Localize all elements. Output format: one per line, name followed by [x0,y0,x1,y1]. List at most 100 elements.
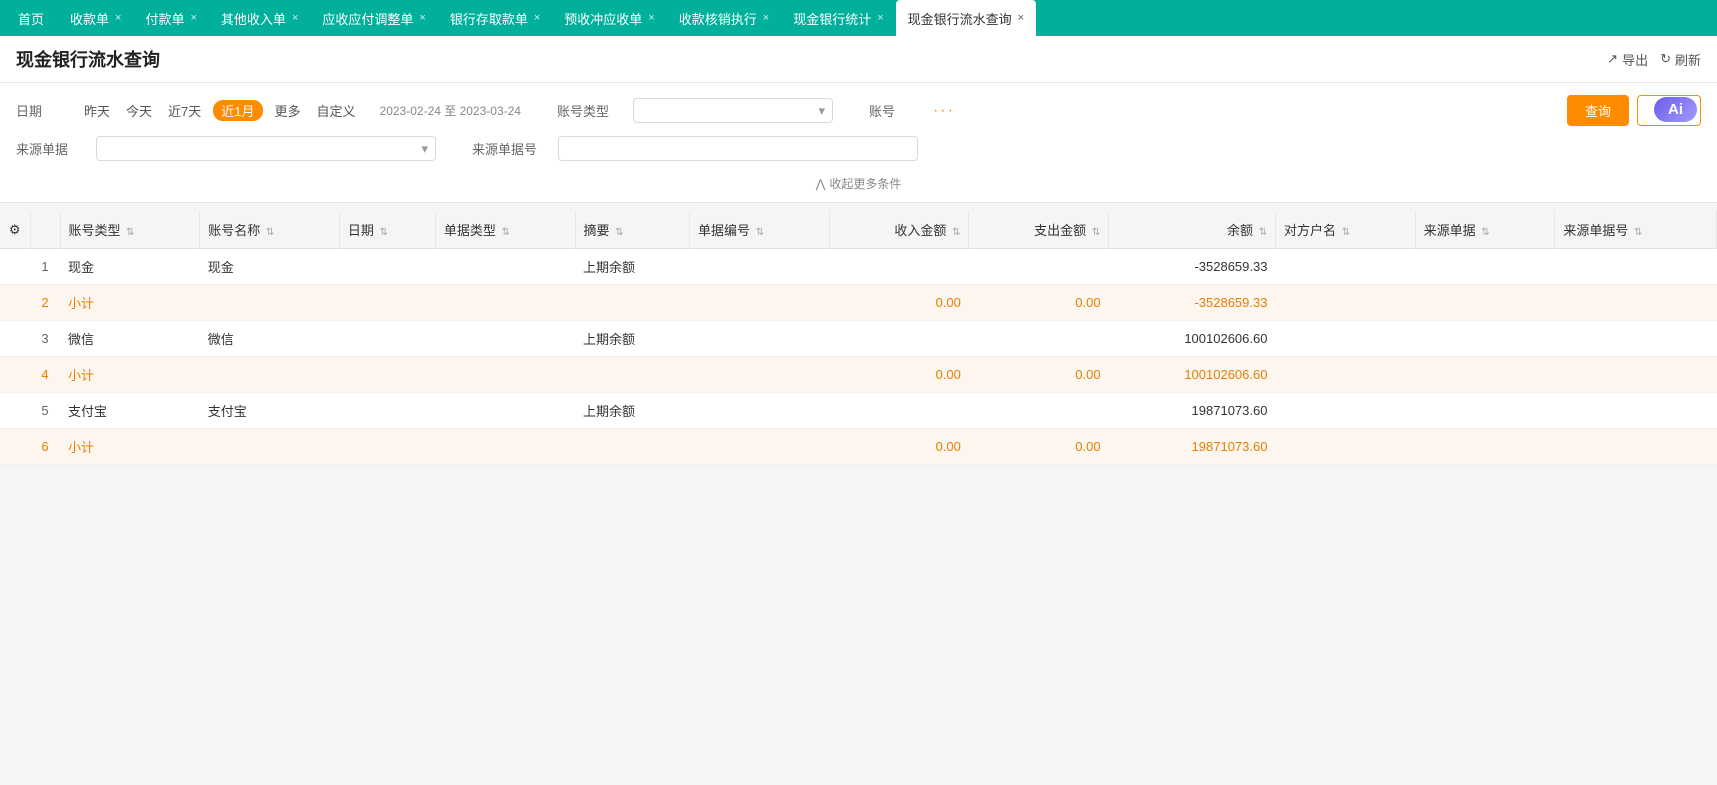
nav-tab-close-icon[interactable]: × [534,12,540,24]
cell-num: 5 [30,393,60,429]
filter-area: 日期 昨天今天近7天近1月更多自定义 2023-02-24 至 2023-03-… [0,83,1717,203]
nav-tab-close-icon[interactable]: × [877,12,883,24]
account-label: 账号 [869,101,917,120]
cell-summary [575,357,689,393]
page-header: 现金银行流水查询 ↗ 导出 ↻ 刷新 [0,36,1717,83]
gear-icon[interactable]: ⚙ [9,222,21,237]
cell-source_doc [1415,249,1555,285]
cell-gear [0,357,30,393]
cell-balance: 19871073.60 [1109,429,1276,465]
cell-source_doc [1415,357,1555,393]
cell-source_doc [1415,285,1555,321]
nav-tab-现金银行统计[interactable]: 现金银行统计× [781,0,895,36]
cell-summary [575,285,689,321]
nav-tab-应收应付调整单[interactable]: 应收应付调整单 × [310,0,437,36]
nav-tab-现金银行流水查询[interactable]: 现金银行流水查询 × [896,0,1036,36]
col-num [30,211,60,249]
nav-tab-收款核销执行[interactable]: 收款核销执行 × [667,0,781,36]
nav-tab-付款单[interactable]: 付款单× [133,0,208,36]
nav-tab-close-icon[interactable]: × [419,12,425,24]
table-body: 1现金现金上期余额-3528659.332小计0.000.00-3528659.… [0,249,1717,465]
cell-expense [969,321,1109,357]
cell-num: 2 [30,285,60,321]
nav-tab-label: 预收冲应收单 [564,9,642,28]
date-shortcut-昨天[interactable]: 昨天 [80,100,114,121]
account-type-select[interactable]: 现金 微信 支付宝 [633,98,833,123]
cell-counterpart [1275,357,1415,393]
cell-counterpart [1275,393,1415,429]
header-actions: ↗ 导出 ↻ 刷新 [1607,50,1701,69]
date-shortcut-更多[interactable]: 更多 [271,100,305,121]
cell-gear [0,249,30,285]
cell-income: 0.00 [829,429,969,465]
nav-tab-close-icon[interactable]: × [115,12,121,24]
nav-tab-close-icon[interactable]: × [190,12,196,24]
refresh-button[interactable]: ↻ 刷新 [1660,50,1701,69]
nav-home[interactable]: 首页 [4,9,58,28]
cell-balance: -3528659.33 [1109,249,1276,285]
cell-source_doc_no [1555,249,1717,285]
nav-tab-银行存取款单[interactable]: 银行存取款单 × [438,0,552,36]
export-button[interactable]: ↗ 导出 [1607,50,1648,69]
nav-tabs-container: 收款单×付款单×其他收入单×应收应付调整单×银行存取款单×预收冲应收单×收款核销… [58,0,1036,36]
cell-doc_type [435,249,575,285]
cell-account_type: 小计 [60,285,200,321]
cell-counterpart [1275,285,1415,321]
cell-counterpart [1275,249,1415,285]
nav-tab-label: 应收应付调整单 [322,9,413,28]
source-doc-select-wrapper: ▾ [96,136,436,161]
source-doc-no-input[interactable] [558,136,918,161]
cell-num: 3 [30,321,60,357]
cell-expense [969,393,1109,429]
nav-tab-label: 现金银行流水查询 [908,9,1012,28]
cell-doc_type [435,429,575,465]
source-doc-no-label: 来源单据号 [472,139,542,158]
table-container: ⚙ 账号类型 ⇅ 账号名称 ⇅ 日期 ⇅ 单据类型 ⇅ 摘要 ⇅ 单据编号 ⇅ … [0,211,1717,465]
nav-tab-收款单[interactable]: 收款单× [58,0,133,36]
cell-date [339,393,435,429]
date-shortcut-近7天[interactable]: 近7天 [164,100,205,121]
nav-tab-label: 收款核销执行 [679,9,757,28]
cell-balance: 19871073.60 [1109,393,1276,429]
source-doc-select[interactable] [96,136,436,161]
col-doc-no: 单据编号 ⇅ [690,211,830,249]
nav-tab-label: 银行存取款单 [450,9,528,28]
cell-num: 4 [30,357,60,393]
query-button[interactable]: 查询 [1567,95,1629,126]
date-shortcut-近1月[interactable]: 近1月 [213,100,262,121]
nav-tab-close-icon[interactable]: × [292,12,298,24]
cell-expense: 0.00 [969,357,1109,393]
cell-num: 1 [30,249,60,285]
cell-summary [575,429,689,465]
refresh-icon: ↻ [1660,51,1671,67]
cell-income [829,249,969,285]
filter-row-2: 来源单据 ▾ 来源单据号 [16,136,1701,161]
cell-source_doc [1415,321,1555,357]
cell-num: 6 [30,429,60,465]
cell-counterpart [1275,321,1415,357]
cell-expense [969,249,1109,285]
nav-tab-预收冲应收单[interactable]: 预收冲应收单 × [552,0,666,36]
nav-tab-close-icon[interactable]: × [763,12,769,24]
cell-source_doc_no [1555,357,1717,393]
cell-doc_no [690,285,830,321]
collapse-bar[interactable]: ⋀ 收起更多条件 [16,171,1701,194]
cell-source_doc [1415,393,1555,429]
nav-tab-其他收入单[interactable]: 其他收入单× [209,0,310,36]
date-shortcut-今天[interactable]: 今天 [122,100,156,121]
col-balance: 余额 ⇅ [1109,211,1276,249]
cell-date [339,249,435,285]
ai-badge[interactable]: Ai [1654,97,1697,122]
cell-doc_no [690,357,830,393]
account-dots-button[interactable]: ··· [933,102,955,120]
nav-tab-close-icon[interactable]: × [1018,12,1024,24]
cell-date [339,357,435,393]
filter-row-1: 日期 昨天今天近7天近1月更多自定义 2023-02-24 至 2023-03-… [16,95,1701,126]
date-shortcut-自定义[interactable]: 自定义 [313,100,360,121]
date-range: 2023-02-24 至 2023-03-24 [380,102,521,119]
cell-balance: -3528659.33 [1109,285,1276,321]
cell-doc_type [435,393,575,429]
cell-expense: 0.00 [969,285,1109,321]
table-row: 2小计0.000.00-3528659.33 [0,285,1717,321]
nav-tab-close-icon[interactable]: × [648,12,654,24]
